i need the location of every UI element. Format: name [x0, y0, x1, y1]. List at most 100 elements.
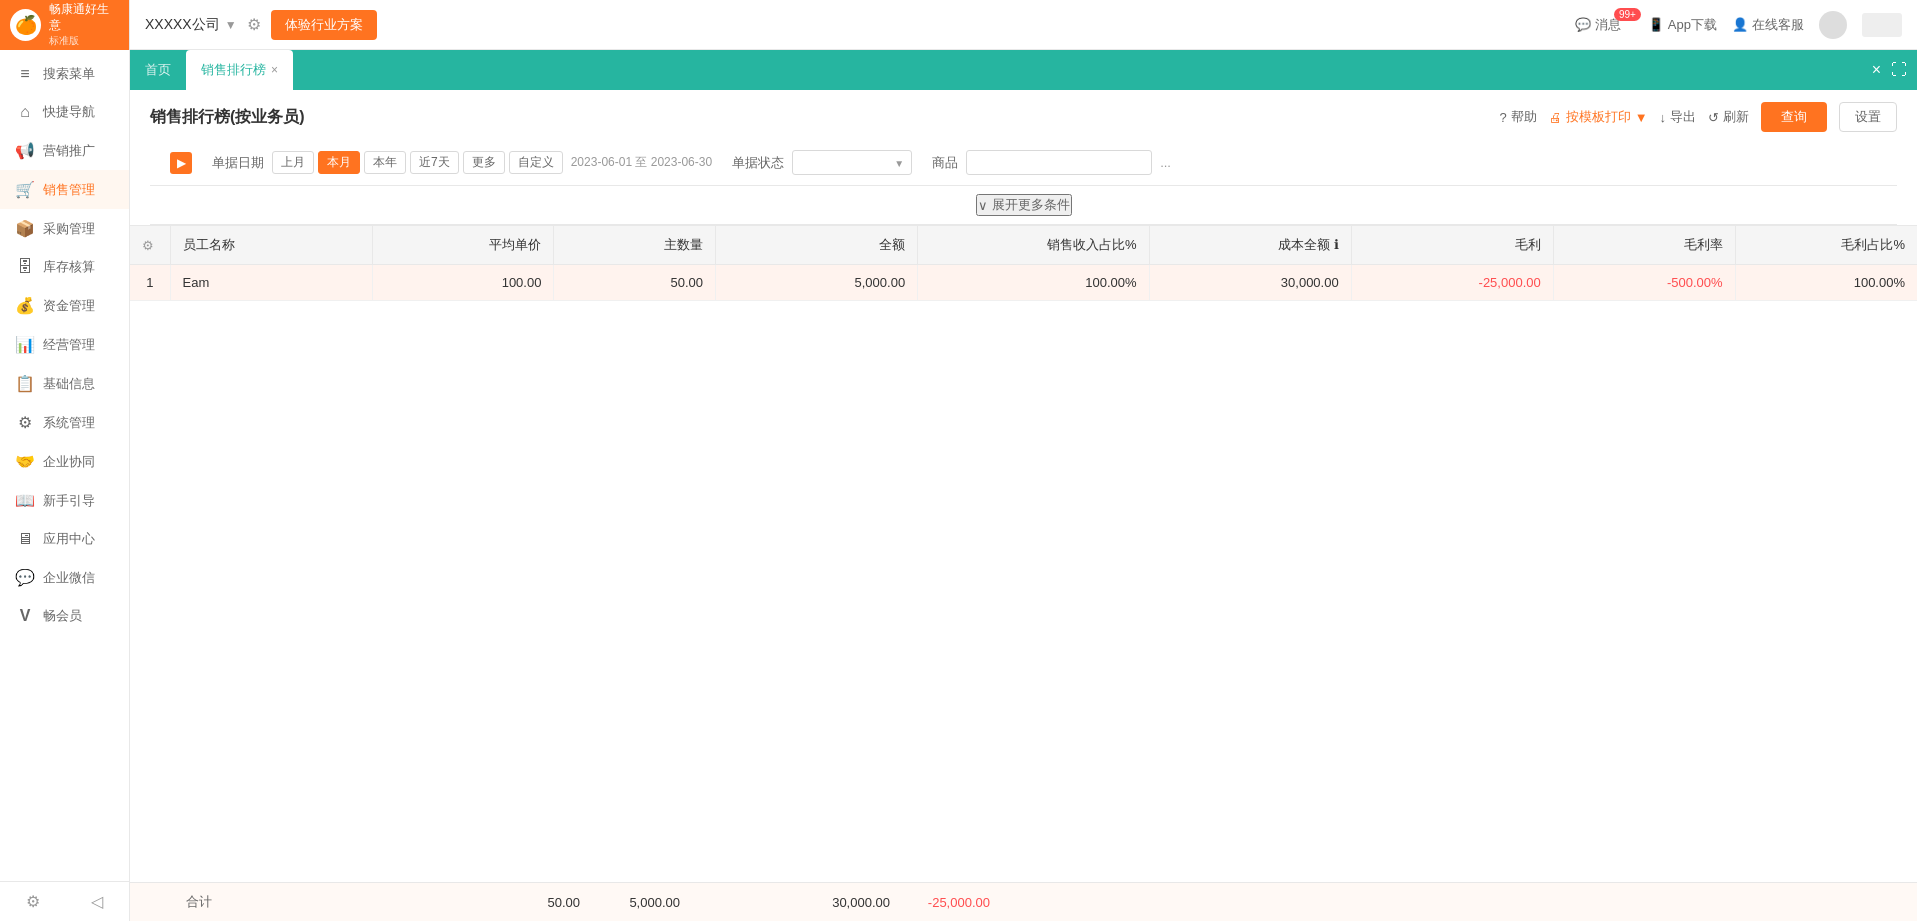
sidebar-item-quicknav[interactable]: ⌂ 快捷导航 — [0, 93, 129, 131]
member-icon: V — [15, 607, 35, 625]
topbar-settings-icon[interactable]: ⚙ — [247, 15, 261, 34]
sidebar-item-marketing[interactable]: 📢 营销推广 — [0, 131, 129, 170]
page-title-row: 销售排行榜(按业务员) ? 帮助 🖨 按模板打印 ▼ ↓ 导出 — [150, 102, 1897, 140]
filter-status-group: 单据状态 — [732, 150, 912, 175]
th-settings[interactable]: ⚙ — [130, 226, 170, 265]
inventory-icon: 🗄 — [15, 258, 35, 276]
message-badge: 99+ — [1614, 8, 1641, 21]
date-btn-more[interactable]: 更多 — [463, 151, 505, 174]
goods-filter-label: 商品 — [932, 154, 958, 172]
date-btn-7days[interactable]: 近7天 — [410, 151, 459, 174]
sidebar-item-system[interactable]: ⚙ 系统管理 — [0, 403, 129, 442]
print-dropdown-icon: ▼ — [1635, 110, 1648, 125]
expand-more-btn[interactable]: ∨ 展开更多条件 — [976, 194, 1072, 216]
th-main-qty: 主数量 — [554, 226, 716, 265]
tabbar-fullscreen-icon[interactable]: ⛶ — [1891, 61, 1907, 79]
content-area: 销售排行榜(按业务员) ? 帮助 🖨 按模板打印 ▼ ↓ 导出 — [130, 90, 1917, 921]
th-profit-pct: 毛利占比% — [1735, 226, 1917, 265]
tab-close-icon[interactable]: × — [271, 63, 278, 77]
sidebar-item-purchase[interactable]: 📦 采购管理 — [0, 209, 129, 248]
page-title: 销售排行榜(按业务员) — [150, 107, 305, 128]
goods-filter-more[interactable]: ... — [1160, 155, 1171, 170]
query-button[interactable]: 查询 — [1761, 102, 1827, 132]
system-icon: ⚙ — [15, 413, 35, 432]
tab-home[interactable]: 首页 — [130, 50, 186, 90]
sidebar-item-appstore[interactable]: 🖥 应用中心 — [0, 520, 129, 558]
sidebar-logo: 🍊 畅康通好生意 标准版 — [0, 0, 129, 50]
td-amount: 5,000.00 — [716, 265, 918, 301]
table-row: 1 Eam 100.00 50.00 5,000.00 100.00% 30,0… — [130, 265, 1917, 301]
sidebar-item-purchase-label: 采购管理 — [43, 220, 95, 238]
sidebar-item-finance[interactable]: 💰 资金管理 — [0, 286, 129, 325]
sidebar-item-basic[interactable]: 📋 基础信息 — [0, 364, 129, 403]
collab-icon: 🤝 — [15, 452, 35, 471]
table-header-row: ⚙ 员工名称 平均单价 主数量 全额 — [130, 226, 1917, 265]
th-avg-price: 平均单价 — [372, 226, 554, 265]
th-amount: 全额 — [716, 226, 918, 265]
date-filter-label: 单据日期 — [212, 154, 264, 172]
refresh-button[interactable]: ↺ 刷新 — [1708, 108, 1749, 126]
print-template-button[interactable]: 🖨 按模板打印 ▼ — [1549, 108, 1648, 126]
td-profit-pct: 100.00% — [1735, 265, 1917, 301]
online-service-button[interactable]: 👤 在线客服 — [1732, 16, 1804, 34]
app-download-icon: 📱 — [1648, 17, 1664, 32]
message-button[interactable]: 💬 消息 99+ — [1575, 16, 1633, 34]
column-settings-icon[interactable]: ⚙ — [142, 238, 154, 253]
sidebar-nav: ≡ 搜索菜单 ⌂ 快捷导航 📢 营销推广 🛒 销售管理 📦 采购管理 🗄 库存核… — [0, 50, 129, 881]
footer-profit: -25,000.00 — [902, 895, 1002, 910]
td-cost: 30,000.00 — [1149, 265, 1351, 301]
export-label: 导出 — [1670, 108, 1696, 126]
sidebar-item-sales-label: 销售管理 — [43, 181, 95, 199]
sidebar-item-management[interactable]: 📊 经营管理 — [0, 325, 129, 364]
settings-bottom-icon[interactable]: ⚙ — [26, 892, 40, 911]
sidebar-item-guide[interactable]: 📖 新手引导 — [0, 481, 129, 520]
sidebar-item-collab-label: 企业协同 — [43, 453, 95, 471]
export-button[interactable]: ↓ 导出 — [1660, 108, 1697, 126]
topbar: XXXXX公司 ▼ ⚙ 体验行业方案 💬 消息 99+ 📱 App下载 👤 在线… — [130, 0, 1917, 50]
user-avatar[interactable] — [1819, 11, 1847, 39]
date-filter-btns: 上月 本月 本年 近7天 更多 自定义 — [272, 151, 563, 174]
sidebar-item-member[interactable]: V 畅会员 — [0, 597, 129, 635]
sidebar-item-guide-label: 新手引导 — [43, 492, 95, 510]
user-name — [1862, 13, 1902, 37]
tabbar-close-icon[interactable]: × — [1872, 61, 1881, 79]
topbar-right: 💬 消息 99+ 📱 App下载 👤 在线客服 — [1575, 11, 1902, 39]
td-sales-pct: 100.00% — [918, 265, 1149, 301]
help-button[interactable]: ? 帮助 — [1499, 108, 1536, 126]
trial-button[interactable]: 体验行业方案 — [271, 10, 377, 40]
table-area: ⚙ 员工名称 平均单价 主数量 全额 — [130, 226, 1917, 882]
tab-sales-rank[interactable]: 销售排行榜 × — [186, 50, 293, 90]
sidebar-item-marketing-label: 营销推广 — [43, 142, 95, 160]
filter-bar: ▶ 单据日期 上月 本月 本年 近7天 更多 自定义 2023-06-01 至 … — [150, 140, 1897, 186]
help-label: 帮助 — [1511, 108, 1537, 126]
company-selector[interactable]: XXXXX公司 ▼ — [145, 16, 237, 34]
td-margin: -500.00% — [1553, 265, 1735, 301]
date-range-display: 2023-06-01 至 2023-06-30 — [571, 154, 712, 171]
settings-button[interactable]: 设置 — [1839, 102, 1897, 132]
status-select[interactable] — [792, 150, 912, 175]
sidebar-item-search[interactable]: ≡ 搜索菜单 — [0, 55, 129, 93]
td-main-qty: 50.00 — [554, 265, 716, 301]
sidebar-item-wechat-label: 企业微信 — [43, 569, 95, 587]
date-btn-last-month[interactable]: 上月 — [272, 151, 314, 174]
sales-rank-table: ⚙ 员工名称 平均单价 主数量 全额 — [130, 226, 1917, 301]
sidebar-item-sales[interactable]: 🛒 销售管理 — [0, 170, 129, 209]
date-btn-this-month[interactable]: 本月 — [318, 151, 360, 174]
app-download-button[interactable]: 📱 App下载 — [1648, 16, 1717, 34]
status-select-wrap — [792, 150, 912, 175]
td-profit: -25,000.00 — [1351, 265, 1553, 301]
sidebar-item-collab[interactable]: 🤝 企业协同 — [0, 442, 129, 481]
sidebar-item-member-label: 畅会员 — [43, 607, 82, 625]
sidebar-bottom: ⚙ ◁ — [0, 881, 129, 921]
tabbar-right: × ⛶ — [1872, 61, 1917, 79]
date-btn-this-year[interactable]: 本年 — [364, 151, 406, 174]
date-btn-custom[interactable]: 自定义 — [509, 151, 563, 174]
sidebar-item-wechat[interactable]: 💬 企业微信 — [0, 558, 129, 597]
sidebar-item-inventory[interactable]: 🗄 库存核算 — [0, 248, 129, 286]
filter-toggle-btn[interactable]: ▶ — [170, 152, 192, 174]
goods-filter-input[interactable] — [966, 150, 1152, 175]
collapse-icon[interactable]: ◁ — [91, 892, 103, 911]
footer-total-label: 合计 — [142, 893, 322, 911]
sidebar-item-management-label: 经营管理 — [43, 336, 95, 354]
search-menu-icon: ≡ — [15, 65, 35, 83]
